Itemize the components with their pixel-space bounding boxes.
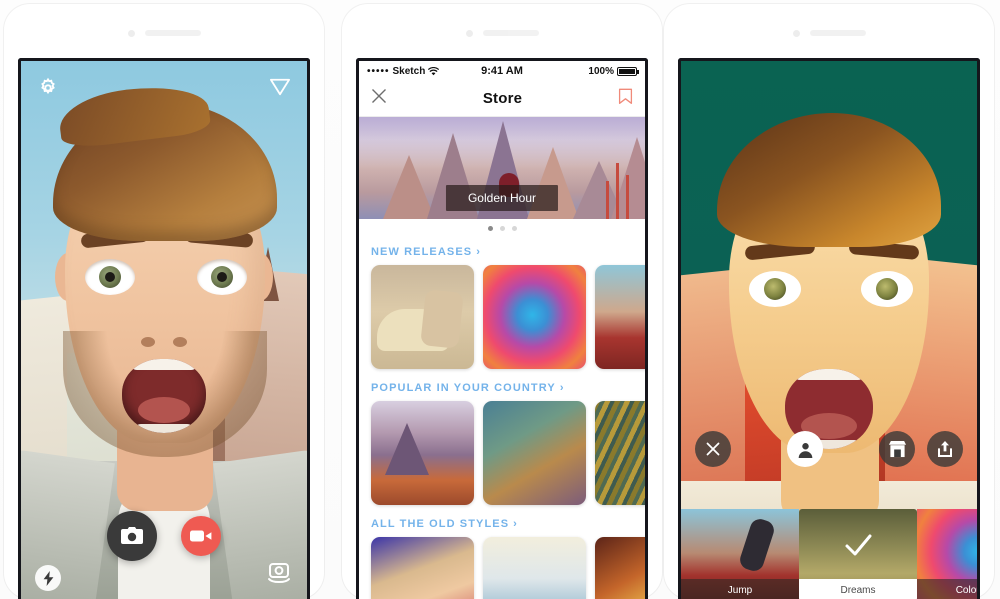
carrier-label: Sketch: [392, 65, 426, 77]
person-icon: [798, 442, 812, 458]
filter-screen: Jump Dreams Coloured: [678, 58, 980, 599]
section-header-popular[interactable]: POPULAR IN YOUR COUNTRY ›: [359, 373, 645, 401]
camera-viewfinder: [21, 61, 307, 599]
profile-button[interactable]: [787, 431, 823, 467]
video-icon: [190, 530, 212, 542]
settings-button[interactable]: [37, 77, 59, 104]
eye-left: [85, 259, 135, 295]
page-dot-1[interactable]: [487, 225, 493, 231]
store-button[interactable]: [879, 431, 915, 467]
camera-flip-icon: [268, 563, 290, 583]
style-card[interactable]: [483, 401, 586, 505]
camera-screen: [18, 58, 310, 599]
shutter-button[interactable]: [107, 511, 157, 561]
filter-label: Jump: [681, 579, 799, 599]
share-button[interactable]: [927, 431, 963, 467]
filter-toolbar: [681, 431, 977, 467]
close-button[interactable]: [371, 88, 387, 109]
page-dot-2[interactable]: [499, 225, 505, 231]
earpiece-speaker: [809, 30, 866, 36]
status-bar: ••••• Sketch 9:41 AM 100%: [359, 61, 645, 81]
filtered-hair: [717, 113, 941, 247]
phone-filter-preview: Jump Dreams Coloured: [664, 4, 994, 599]
earpiece-speaker: [482, 30, 539, 36]
flash-icon: [43, 570, 53, 586]
battery-icon: [617, 66, 639, 76]
close-icon: [706, 442, 720, 456]
camera-icon: [121, 527, 143, 544]
section-title: ALL THE OLD STYLES: [371, 518, 510, 530]
store-navbar: Store: [359, 81, 645, 117]
section-title: NEW RELEASES: [371, 246, 473, 258]
bookmark-button[interactable]: [618, 88, 633, 110]
phone-camera: [4, 4, 324, 599]
phone-top-bezel: [664, 4, 994, 62]
style-card[interactable]: [595, 401, 645, 505]
close-button[interactable]: [695, 431, 731, 467]
filter-strip: Jump Dreams Coloured: [681, 509, 977, 599]
flash-button[interactable]: [35, 565, 61, 591]
close-icon: [372, 89, 386, 103]
style-card[interactable]: [371, 537, 474, 599]
filtered-eye-right: [861, 271, 913, 307]
featured-banner[interactable]: Golden Hour: [359, 117, 645, 219]
phone-store: ••••• Sketch 9:41 AM 100% Store Golden H…: [342, 4, 662, 599]
wifi-icon: [428, 66, 440, 75]
style-card[interactable]: [483, 537, 586, 599]
phone-top-bezel: [342, 4, 662, 62]
style-card[interactable]: [371, 265, 474, 369]
camera-flip-button[interactable]: [265, 560, 293, 591]
page-dot-3[interactable]: [511, 225, 517, 231]
collapse-button[interactable]: [269, 77, 291, 102]
front-camera-dot: [127, 29, 135, 37]
bookmark-icon: [618, 88, 633, 104]
share-icon: [938, 441, 952, 457]
filtered-eye-left: [749, 271, 801, 307]
banner-title: Golden Hour: [445, 185, 559, 211]
section-title: POPULAR IN YOUR COUNTRY: [371, 382, 556, 394]
capture-controls: [21, 511, 307, 561]
front-camera-dot: [792, 29, 800, 37]
style-card[interactable]: [595, 537, 645, 599]
style-card[interactable]: [595, 265, 645, 369]
style-card[interactable]: [371, 401, 474, 505]
card-row-popular: [359, 401, 645, 509]
chevron-right-icon: ›: [559, 382, 565, 394]
section-header-new-releases[interactable]: NEW RELEASES ›: [359, 237, 645, 265]
triangle-down-icon: [269, 78, 290, 96]
filter-label: Dreams: [799, 579, 917, 599]
store-content: ••••• Sketch 9:41 AM 100% Store Golden H…: [359, 61, 645, 599]
banner-pagination[interactable]: [359, 219, 645, 237]
filtered-preview: Jump Dreams Coloured: [681, 61, 977, 599]
screenshot-stage: ••••• Sketch 9:41 AM 100% Store Golden H…: [0, 0, 1000, 599]
chevron-right-icon: ›: [476, 246, 481, 258]
card-row-old-styles: [359, 537, 645, 599]
eye-right: [197, 259, 247, 295]
store-icon: [888, 440, 906, 458]
phone-top-bezel: [4, 4, 324, 62]
store-screen: ••••• Sketch 9:41 AM 100% Store Golden H…: [356, 58, 648, 599]
filter-thumb-jump[interactable]: Jump: [681, 509, 799, 599]
earpiece-speaker: [144, 30, 201, 36]
gear-icon-outline: [41, 77, 55, 95]
open-mouth: [122, 359, 206, 433]
battery-percent: 100%: [588, 65, 614, 77]
section-header-old-styles[interactable]: ALL THE OLD STYLES ›: [359, 509, 645, 537]
clock: 9:41 AM: [481, 65, 523, 77]
hair: [53, 103, 277, 241]
page-title: Store: [482, 90, 523, 107]
card-row-new-releases: [359, 265, 645, 373]
filter-thumb-dreams[interactable]: Dreams: [799, 509, 917, 599]
video-button[interactable]: [181, 516, 221, 556]
filter-thumb-coloured[interactable]: Coloured: [917, 509, 977, 599]
chevron-right-icon: ›: [513, 518, 518, 530]
signal-dots: •••••: [367, 65, 390, 77]
filter-label: Coloured: [917, 579, 977, 599]
style-card[interactable]: [483, 265, 586, 369]
check-icon: [845, 534, 872, 556]
front-camera-dot: [465, 29, 473, 37]
